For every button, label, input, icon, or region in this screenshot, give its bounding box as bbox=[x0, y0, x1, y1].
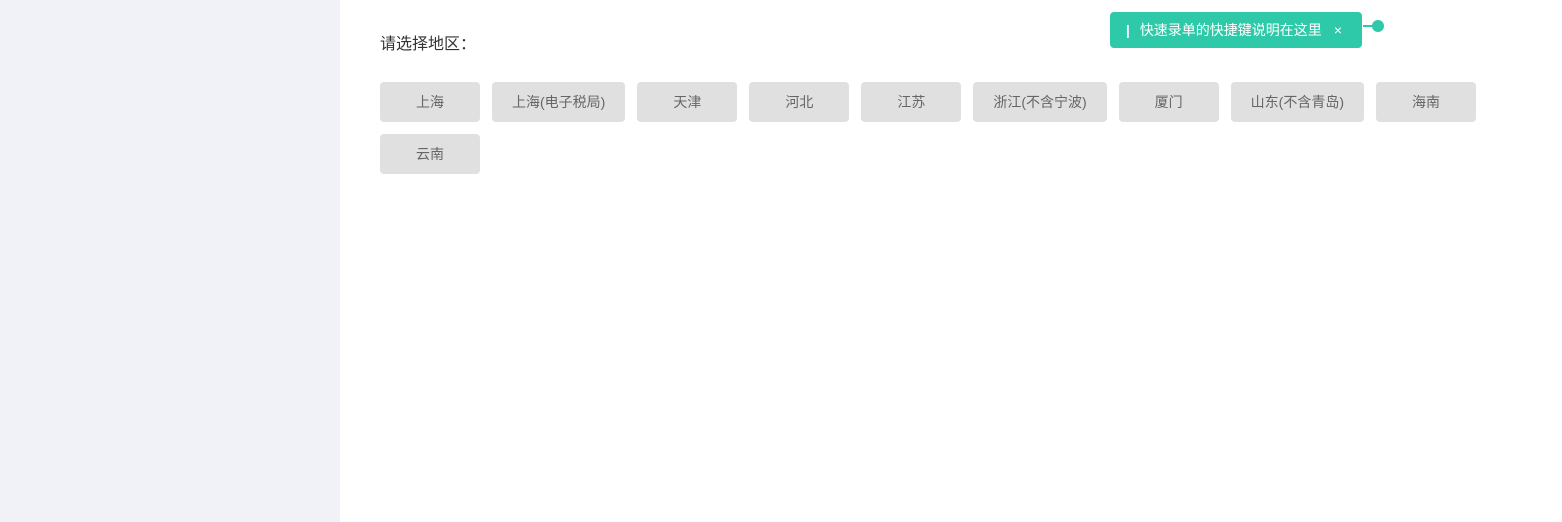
tooltip-banner: 快速录单的快捷键说明在这里 × bbox=[1110, 12, 1362, 48]
region-btn-shandong[interactable]: 山东(不含青岛) bbox=[1231, 82, 1364, 122]
tooltip-label: 快速录单的快捷键说明在这里 bbox=[1140, 20, 1322, 40]
left-sidebar bbox=[0, 0, 340, 522]
tooltip-close-button[interactable]: × bbox=[1330, 22, 1346, 38]
region-btn-hainan[interactable]: 海南 bbox=[1376, 82, 1476, 122]
region-buttons: 上海 上海(电子税局) 天津 河北 江苏 浙江(不含宁波) 厦门 山东(不含青岛… bbox=[380, 82, 1522, 174]
region-btn-jiangsu[interactable]: 江苏 bbox=[861, 82, 961, 122]
region-btn-shanghai-etax[interactable]: 上海(电子税局) bbox=[492, 82, 625, 122]
tooltip-dot bbox=[1372, 20, 1384, 32]
region-btn-tianjin[interactable]: 天津 bbox=[637, 82, 737, 122]
region-btn-yunnan[interactable]: 云南 bbox=[380, 134, 480, 174]
main-content: 请选择地区： 上海 上海(电子税局) 天津 河北 江苏 浙江(不含宁波) 厦门 … bbox=[340, 0, 1562, 522]
region-btn-shanghai[interactable]: 上海 bbox=[380, 82, 480, 122]
region-btn-xiamen[interactable]: 厦门 bbox=[1119, 82, 1219, 122]
region-btn-hebei[interactable]: 河北 bbox=[749, 82, 849, 122]
region-btn-zhejiang[interactable]: 浙江(不含宁波) bbox=[973, 82, 1106, 122]
